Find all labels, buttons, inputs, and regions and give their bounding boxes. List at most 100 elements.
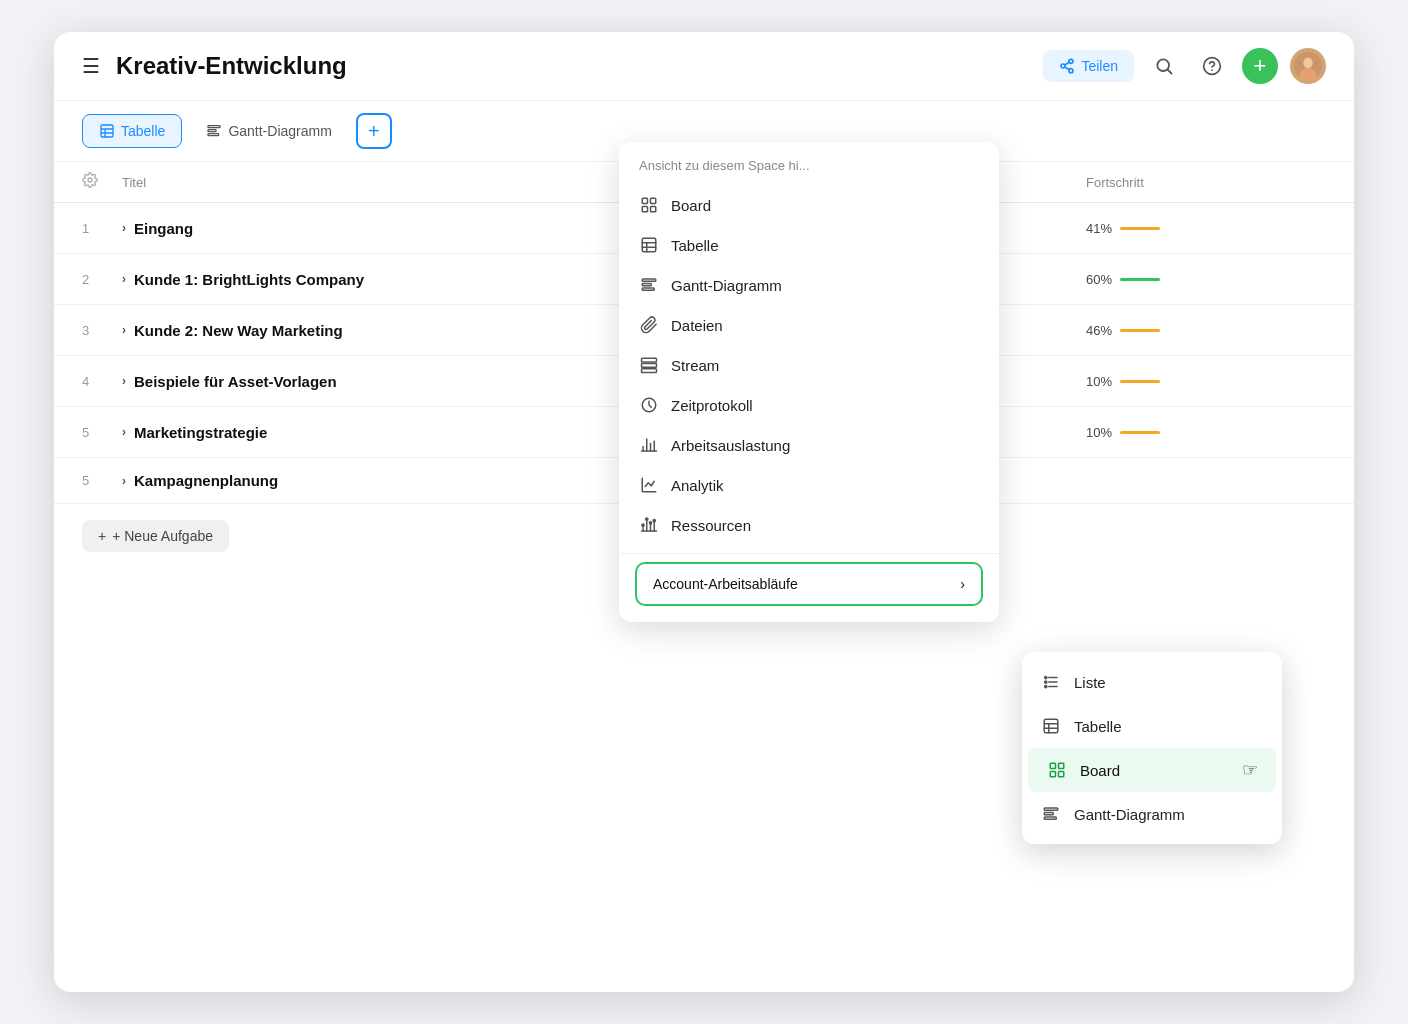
dropdown-item-analytik[interactable]: Analytik	[619, 465, 999, 505]
share-button[interactable]: Teilen	[1043, 50, 1134, 82]
progress-cell: 41%	[1086, 221, 1206, 236]
tab-tabelle-label: Tabelle	[121, 123, 165, 139]
svg-rect-23	[651, 207, 656, 212]
dropdown-item-board[interactable]: Board	[619, 185, 999, 225]
progress-column-header: Fortschritt	[1086, 175, 1206, 190]
svg-rect-29	[642, 284, 651, 286]
dropdown-dateien-label: Dateien	[671, 317, 723, 334]
cursor-icon: ☞	[1242, 759, 1258, 781]
svg-rect-62	[1059, 772, 1064, 777]
help-icon	[1202, 56, 1222, 76]
row-title-text: Kunde 1: BrightLights Company	[134, 271, 364, 288]
search-icon	[1154, 56, 1174, 76]
svg-rect-31	[642, 358, 657, 362]
svg-rect-33	[642, 369, 657, 373]
svg-rect-22	[642, 207, 647, 212]
tab-tabelle[interactable]: Tabelle	[82, 114, 182, 148]
table-icon	[99, 123, 115, 139]
progress-bar	[1120, 278, 1160, 281]
svg-rect-64	[1044, 813, 1053, 815]
share-label: Teilen	[1081, 58, 1118, 74]
sub-dropdown-item-liste[interactable]: Liste	[1022, 660, 1282, 704]
chevron-right-icon: ›	[122, 272, 126, 286]
add-button[interactable]: +	[1242, 48, 1278, 84]
app-window: ☰ Kreativ-Entwicklung Teilen	[54, 32, 1354, 992]
gantt-icon-dd	[639, 275, 659, 295]
sub-dropdown-tabelle-label: Tabelle	[1074, 718, 1122, 735]
svg-rect-18	[208, 134, 219, 136]
row-title-text: Beispiele für Asset-Vorlagen	[134, 373, 337, 390]
tab-gantt[interactable]: Gantt-Diagramm	[190, 115, 347, 147]
table-icon-sub	[1040, 715, 1062, 737]
svg-point-48	[653, 519, 655, 521]
row-title-text: Marketingstrategie	[134, 424, 267, 441]
row-num: 4	[82, 374, 122, 389]
svg-rect-17	[208, 130, 216, 132]
settings-column-icon[interactable]	[82, 172, 122, 192]
progress-cell: 60%	[1086, 272, 1206, 287]
dropdown-item-stream[interactable]: Stream	[619, 345, 999, 385]
dropdown-item-gantt[interactable]: Gantt-Diagramm	[619, 265, 999, 305]
svg-rect-28	[642, 279, 656, 281]
dropdown-item-tabelle[interactable]: Tabelle	[619, 225, 999, 265]
clock-icon	[639, 395, 659, 415]
table-icon-dd	[639, 235, 659, 255]
clip-icon	[639, 315, 659, 335]
svg-rect-59	[1050, 763, 1055, 768]
dropdown-item-dateien[interactable]: Dateien	[619, 305, 999, 345]
sub-dropdown-gantt-label: Gantt-Diagramm	[1074, 806, 1185, 823]
account-workflows-button[interactable]: Account-Arbeitsabläufe ›	[635, 562, 983, 606]
add-tab-button[interactable]: +	[356, 113, 392, 149]
dropdown-item-arbeitsauslastung[interactable]: Arbeitsauslastung	[619, 425, 999, 465]
dropdown-item-ressourcen[interactable]: Ressourcen	[619, 505, 999, 545]
share-icon	[1059, 58, 1075, 74]
dropdown-zeitprotokoll-label: Zeitprotokoll	[671, 397, 753, 414]
svg-line-3	[1065, 67, 1070, 70]
svg-point-53	[1045, 681, 1047, 683]
progress-value: 41%	[1086, 221, 1112, 236]
svg-point-46	[646, 518, 648, 520]
gantt-icon	[206, 123, 222, 139]
progress-value: 46%	[1086, 323, 1112, 338]
sub-dropdown-item-board[interactable]: Board ☞	[1028, 748, 1276, 792]
search-button[interactable]	[1146, 48, 1182, 84]
svg-rect-32	[642, 364, 657, 368]
svg-rect-65	[1044, 817, 1056, 819]
help-button[interactable]	[1194, 48, 1230, 84]
progress-value: 60%	[1086, 272, 1112, 287]
row-num: 3	[82, 323, 122, 338]
sub-dropdown-board-label: Board	[1080, 762, 1120, 779]
svg-point-47	[649, 522, 651, 524]
main-dropdown: Ansicht zu diesem Space hi... Board	[619, 142, 999, 622]
svg-point-45	[642, 524, 644, 526]
add-tab-icon: +	[368, 120, 380, 143]
avatar-image	[1294, 52, 1322, 80]
dropdown-arbeitsauslastung-label: Arbeitsauslastung	[671, 437, 790, 454]
chevron-right-icon: ›	[122, 323, 126, 337]
header: ☰ Kreativ-Entwicklung Teilen	[54, 32, 1354, 101]
new-task-button[interactable]: + + Neue Aufgabe	[82, 520, 229, 552]
sub-dropdown-item-tabelle[interactable]: Tabelle	[1022, 704, 1282, 748]
sub-dropdown-liste-label: Liste	[1074, 674, 1106, 691]
header-actions: Teilen +	[1043, 48, 1326, 84]
new-task-label: + Neue Aufgabe	[112, 528, 213, 544]
row-num: 2	[82, 272, 122, 287]
sub-dropdown-item-gantt[interactable]: Gantt-Diagramm	[1022, 792, 1282, 836]
svg-line-4	[1065, 62, 1070, 65]
dropdown-analytik-label: Analytik	[671, 477, 724, 494]
svg-rect-24	[642, 238, 656, 252]
progress-bar	[1120, 380, 1160, 383]
stream-icon	[639, 355, 659, 375]
account-workflows-arrow: ›	[960, 576, 965, 592]
resources-icon	[639, 515, 659, 535]
svg-rect-12	[101, 125, 113, 137]
svg-rect-30	[642, 288, 654, 290]
plus-icon: +	[98, 528, 106, 544]
avatar[interactable]	[1290, 48, 1326, 84]
row-num: 5	[82, 425, 122, 440]
chevron-right-icon: ›	[122, 425, 126, 439]
progress-bar	[1120, 227, 1160, 230]
sub-dropdown: Liste Tabelle Board	[1022, 652, 1282, 844]
hamburger-icon[interactable]: ☰	[82, 54, 100, 78]
dropdown-item-zeitprotokoll[interactable]: Zeitprotokoll	[619, 385, 999, 425]
